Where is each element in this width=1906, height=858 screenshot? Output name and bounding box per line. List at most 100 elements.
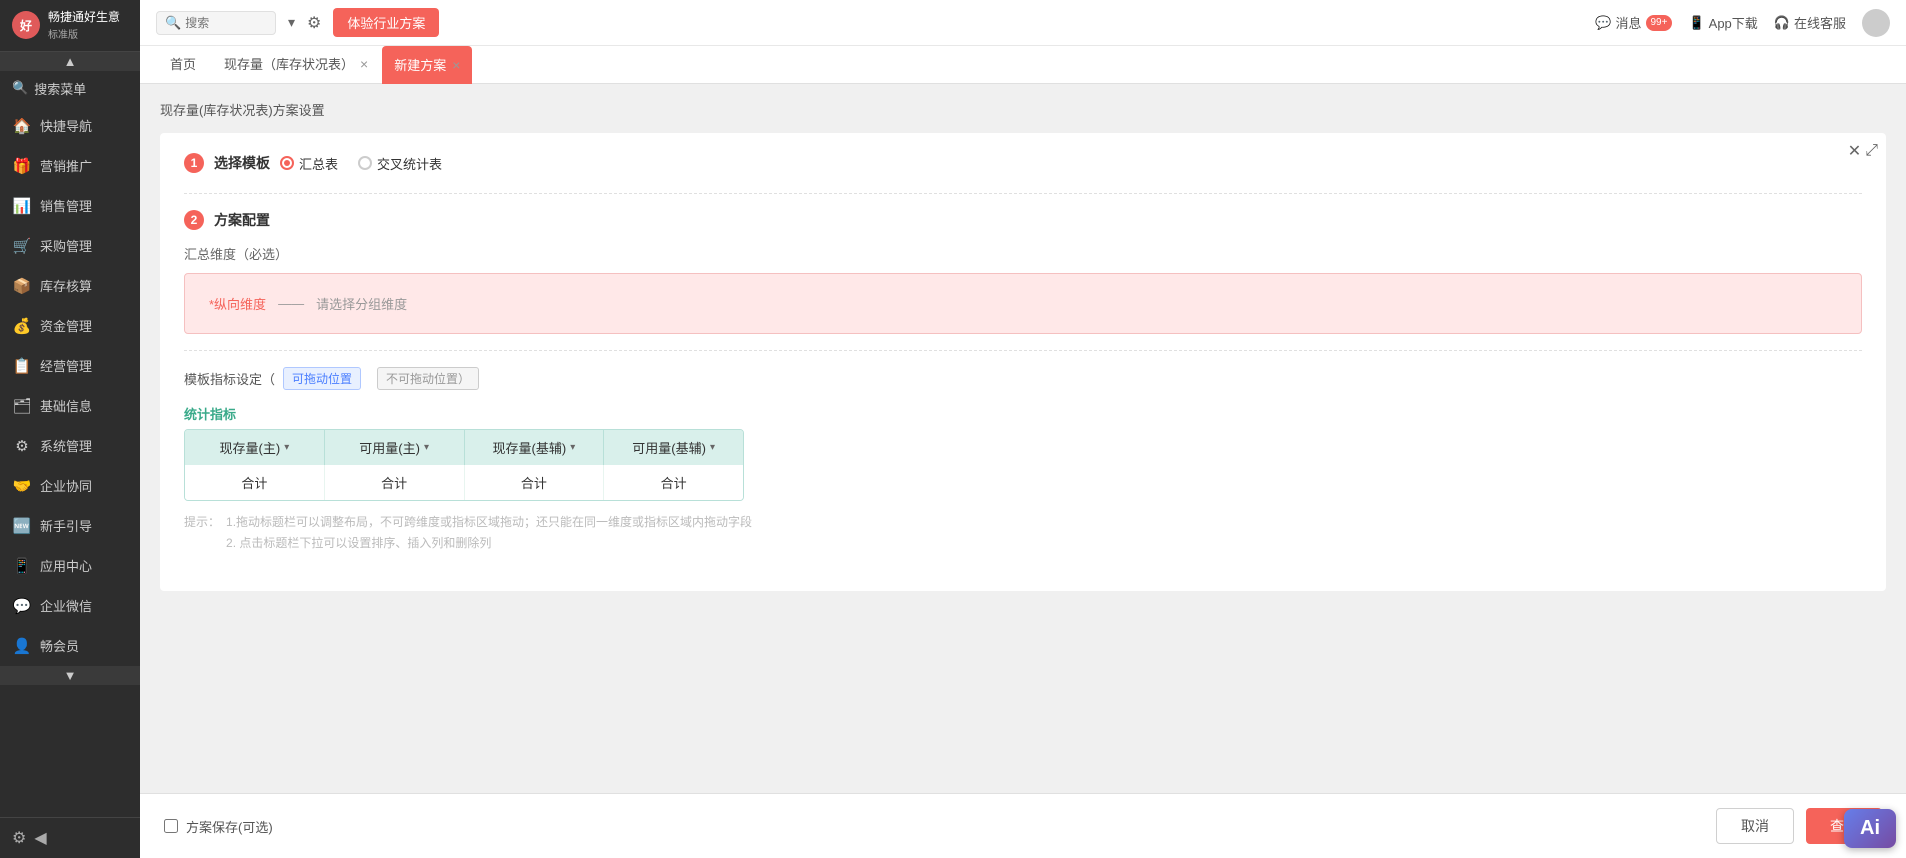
sidebar-item-label: 快捷导航 <box>40 116 92 135</box>
sidebar-item-marketing[interactable]: 🎁 营销推广 <box>0 146 140 186</box>
non-draggable-badge: 不可拖动位置） <box>377 367 479 390</box>
sidebar-item-wechat[interactable]: 💬 企业微信 <box>0 586 140 626</box>
message-label: 消息 <box>1615 13 1641 32</box>
panel-controls: ✕ ⤢ <box>1848 141 1878 161</box>
hint-text-1: 1.拖动标题栏可以调整布局，不可跨维度或指标区域拖动；还只能在同一维度或指标区域… <box>226 513 752 530</box>
radio-summary[interactable]: 汇总表 <box>280 154 338 173</box>
app-download-btn[interactable]: 📱 App下载 <box>1688 13 1757 32</box>
hint-2: 提示： 2. 点击标题栏下拉可以设置排序、插入列和删除列 <box>184 534 1862 551</box>
sidebar-item-member[interactable]: 👤 畅会员 <box>0 626 140 666</box>
radio-summary-label: 汇总表 <box>299 154 338 173</box>
radio-cross-dot <box>358 156 372 170</box>
section-2: 2 方案配置 汇总维度（必选） *纵向维度 —— 请选择分组维度 模板指标设定（… <box>184 210 1862 551</box>
panel-close-btn[interactable]: ✕ <box>1848 141 1861 161</box>
tab-new-label: 新建方案 <box>394 55 446 74</box>
radio-cross-label: 交叉统计表 <box>377 154 442 173</box>
stats-table-title: 统计指标 <box>184 404 1862 423</box>
main-area: 🔍 ▾ ⚙ 体验行业方案 💬 消息 99+ 📱 App下载 🎧 在线客服 <box>140 0 1906 858</box>
metrics-setting: 模板指标设定（ 可拖动位置 不可拖动位置） <box>184 367 1862 390</box>
dim-required-star: *纵向维度 <box>209 294 266 313</box>
finance-icon: 💰 <box>12 316 32 336</box>
metrics-label-text: 模板指标设定（ <box>184 369 275 388</box>
sidebar-item-label: 企业微信 <box>40 596 92 615</box>
draggable-badge: 可拖动位置 <box>283 367 361 390</box>
col-body-1: 合计 <box>185 465 325 500</box>
sidebar-item-system[interactable]: ⚙ 系统管理 <box>0 426 140 466</box>
col-4-chevron: ▾ <box>710 442 715 453</box>
col-header-4[interactable]: 可用量(基辅) ▾ <box>604 430 743 465</box>
sidebar-item-finance[interactable]: 💰 资金管理 <box>0 306 140 346</box>
stats-table-body: 合计 合计 合计 合计 <box>185 465 743 500</box>
sidebar-item-label: 应用中心 <box>40 556 92 575</box>
sidebar-item-label: 企业协同 <box>40 476 92 495</box>
col-body-3: 合计 <box>465 465 605 500</box>
section-2-title: 方案配置 <box>214 210 270 230</box>
template-radio-group: 汇总表 交叉统计表 <box>280 154 442 173</box>
sidebar-scroll-up[interactable]: ▲ <box>0 52 140 71</box>
topbar-dropdown-btn[interactable]: ▾ <box>288 14 295 31</box>
tab-inventory-status[interactable]: 现存量（库存状况表） × <box>210 46 382 84</box>
operation-icon: 📋 <box>12 356 32 376</box>
dim-dash: —— <box>278 296 304 311</box>
metrics-setting-label: 模板指标设定（ 可拖动位置 不可拖动位置） <box>184 367 1862 390</box>
sidebar-search-label: 搜索菜单 <box>34 79 86 98</box>
topbar-left: 🔍 ▾ ⚙ 体验行业方案 <box>156 8 439 37</box>
search-icon: 🔍 <box>12 80 28 96</box>
col-2-label: 可用量(主) <box>359 438 420 457</box>
sales-icon: 📊 <box>12 196 32 216</box>
sidebar-logo: 好 畅捷通好生意 标准版 <box>0 0 140 52</box>
tab-bar: 首页 现存量（库存状况表） × 新建方案 × <box>140 46 1906 84</box>
radio-cross[interactable]: 交叉统计表 <box>358 154 442 173</box>
sidebar-item-inventory[interactable]: 📦 库存核算 <box>0 266 140 306</box>
col-header-2[interactable]: 可用量(主) ▾ <box>325 430 465 465</box>
col-header-3[interactable]: 现存量(基辅) ▾ <box>465 430 605 465</box>
panel-expand-btn[interactable]: ⤢ <box>1865 141 1878 161</box>
tab-new-scheme[interactable]: 新建方案 × <box>382 46 472 84</box>
sidebar-search[interactable]: 🔍 搜索菜单 <box>0 71 140 106</box>
tab-inventory-close[interactable]: × <box>360 57 368 71</box>
user-avatar[interactable] <box>1862 9 1890 37</box>
settings-icon[interactable]: ⚙ <box>12 828 26 848</box>
sidebar-item-basic[interactable]: 🗂 基础信息 <box>0 386 140 426</box>
message-icon: 💬 <box>1595 15 1611 31</box>
topbar-gear-btn[interactable]: ⚙ <box>307 13 321 33</box>
message-btn[interactable]: 💬 消息 99+ <box>1595 13 1672 32</box>
sidebar-scroll-down[interactable]: ▼ <box>0 666 140 685</box>
sidebar-item-company[interactable]: 🤝 企业协同 <box>0 466 140 506</box>
dim-placeholder[interactable]: 请选择分组维度 <box>316 294 407 313</box>
sidebar-item-label: 经营管理 <box>40 356 92 375</box>
tab-home[interactable]: 首页 <box>156 46 210 84</box>
sidebar-item-operation[interactable]: 📋 经营管理 <box>0 346 140 386</box>
radio-summary-dot <box>280 156 294 170</box>
newuser-icon: 🆕 <box>12 516 32 536</box>
page-title: 现存量(库存状况表)方案设置 <box>160 100 1886 119</box>
scroll-up-icon: ▲ <box>64 54 77 69</box>
inventory-icon: 📦 <box>12 276 32 296</box>
company-icon: 🤝 <box>12 476 32 496</box>
cancel-button[interactable]: 取消 <box>1716 808 1794 844</box>
topbar-search-input[interactable] <box>185 16 265 30</box>
customer-service-btn[interactable]: 🎧 在线客服 <box>1774 13 1846 32</box>
sidebar-item-quick-nav[interactable]: 🏠 快捷导航 <box>0 106 140 146</box>
topbar-search-box[interactable]: 🔍 <box>156 11 276 35</box>
system-icon: ⚙ <box>12 436 32 456</box>
hints-section: 提示： 1.拖动标题栏可以调整布局，不可跨维度或指标区域拖动；还只能在同一维度或… <box>184 513 1862 551</box>
tab-inventory-label: 现存量（库存状况表） <box>224 54 354 73</box>
save-label: 方案保存(可选) <box>186 817 273 836</box>
sidebar-item-sales[interactable]: 📊 销售管理 <box>0 186 140 226</box>
save-checkbox[interactable] <box>164 819 178 833</box>
trial-industry-btn[interactable]: 体验行业方案 <box>333 8 439 37</box>
col-header-1[interactable]: 现存量(主) ▾ <box>185 430 325 465</box>
dimension-sub-label: 汇总维度（必选） <box>184 244 1862 263</box>
tab-new-close[interactable]: × <box>452 58 460 72</box>
ai-badge[interactable]: Ai <box>1844 809 1896 848</box>
sidebar-item-newuser[interactable]: 🆕 新手引导 <box>0 506 140 546</box>
sidebar-item-label: 采购管理 <box>40 236 92 255</box>
topbar-search-icon: 🔍 <box>165 15 181 31</box>
collapse-icon[interactable]: ◀ <box>34 828 46 848</box>
topbar-right: 💬 消息 99+ 📱 App下载 🎧 在线客服 <box>1595 9 1890 37</box>
sidebar-item-purchase[interactable]: 🛒 采购管理 <box>0 226 140 266</box>
sidebar-item-label: 资金管理 <box>40 316 92 335</box>
sidebar-item-appstore[interactable]: 📱 应用中心 <box>0 546 140 586</box>
col-4-label: 可用量(基辅) <box>632 438 706 457</box>
